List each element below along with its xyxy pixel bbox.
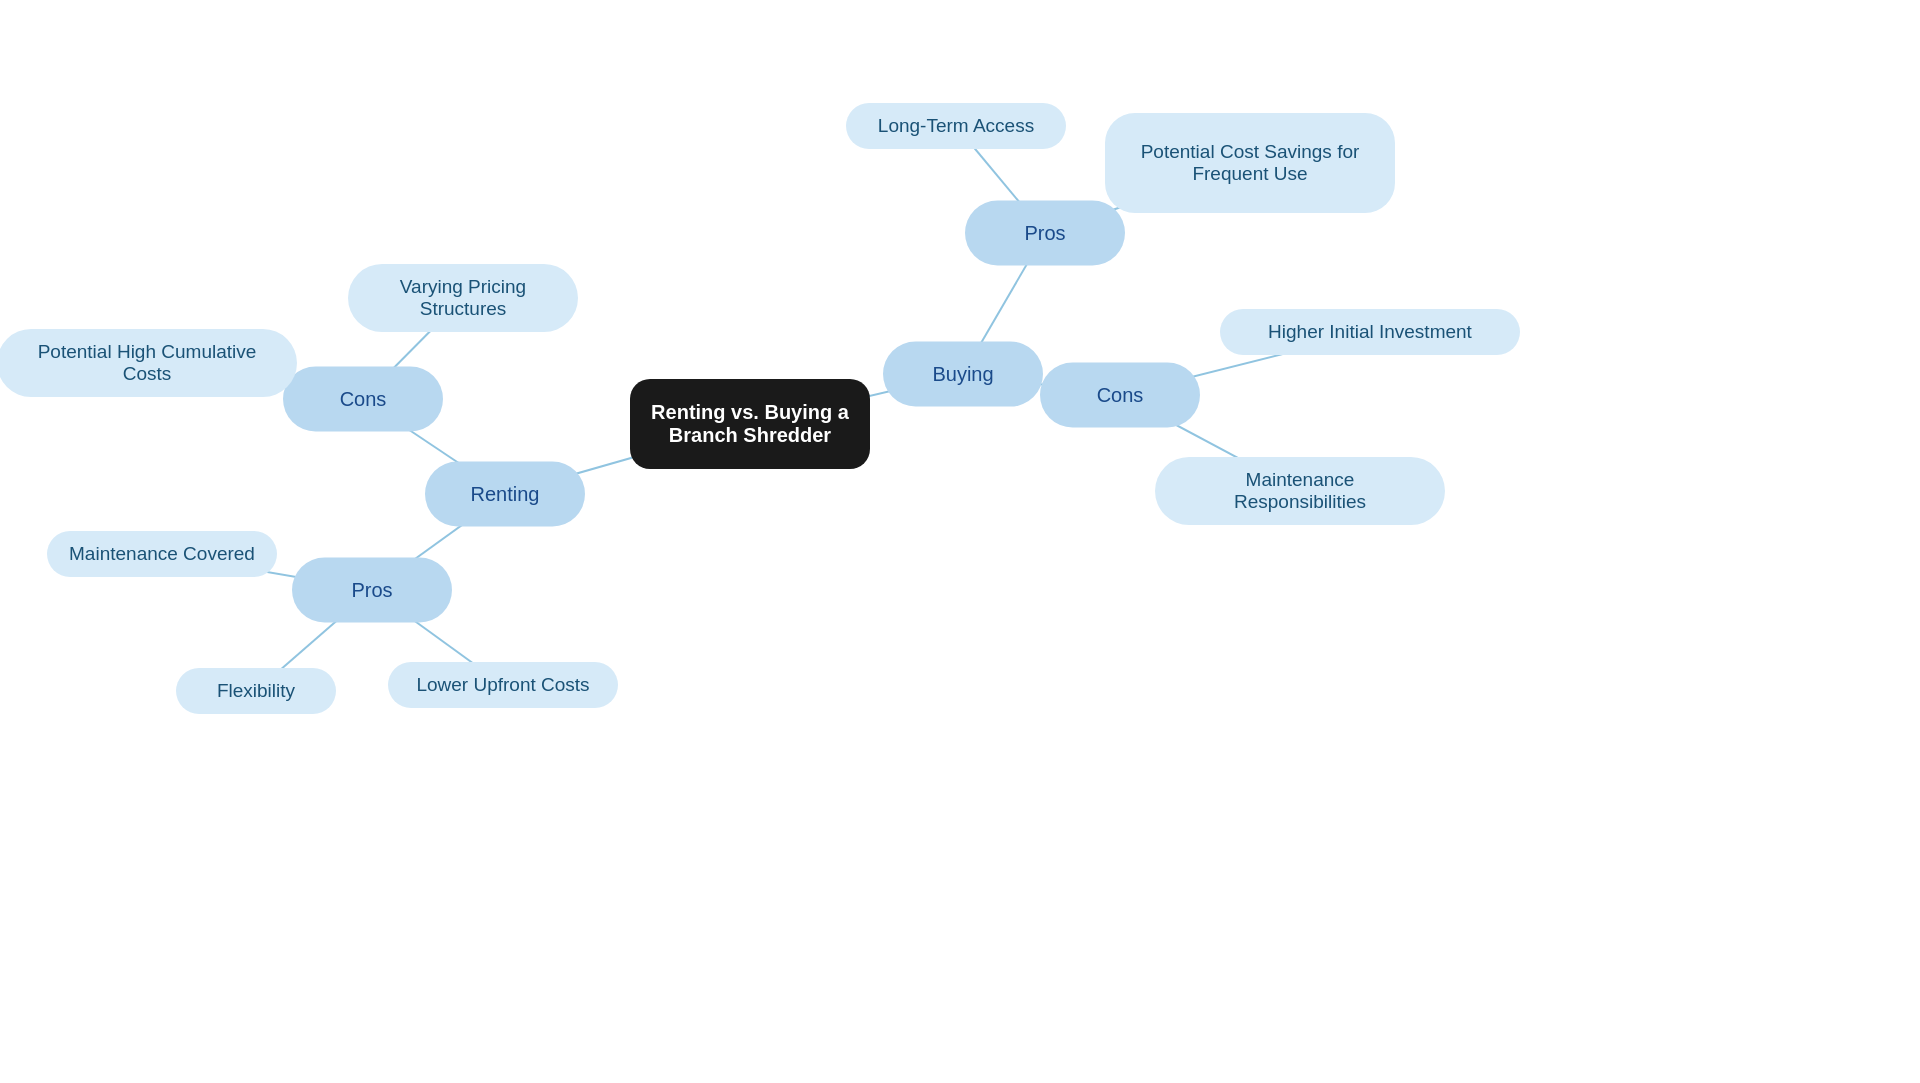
buying-pros-node: Pros: [965, 201, 1125, 266]
cumulative-costs-node: Potential High Cumulative Costs: [0, 329, 297, 397]
center-node: Renting vs. Buying a Branch Shredder: [630, 379, 870, 469]
renting-node: Renting: [425, 462, 585, 527]
maintenance-covered-node: Maintenance Covered: [47, 531, 277, 577]
maintenance-responsibilities-node: Maintenance Responsibilities: [1155, 457, 1445, 525]
renting-cons-node: Cons: [283, 367, 443, 432]
higher-investment-node: Higher Initial Investment: [1220, 309, 1520, 355]
flexibility-node: Flexibility: [176, 668, 336, 714]
lower-upfront-costs-node: Lower Upfront Costs: [388, 662, 618, 708]
long-term-access-node: Long-Term Access: [846, 103, 1066, 149]
varying-pricing-node: Varying Pricing Structures: [348, 264, 578, 332]
cost-savings-node: Potential Cost Savings for Frequent Use: [1105, 113, 1395, 213]
buying-cons-node: Cons: [1040, 363, 1200, 428]
renting-pros-node: Pros: [292, 558, 452, 623]
buying-node: Buying: [883, 342, 1043, 407]
